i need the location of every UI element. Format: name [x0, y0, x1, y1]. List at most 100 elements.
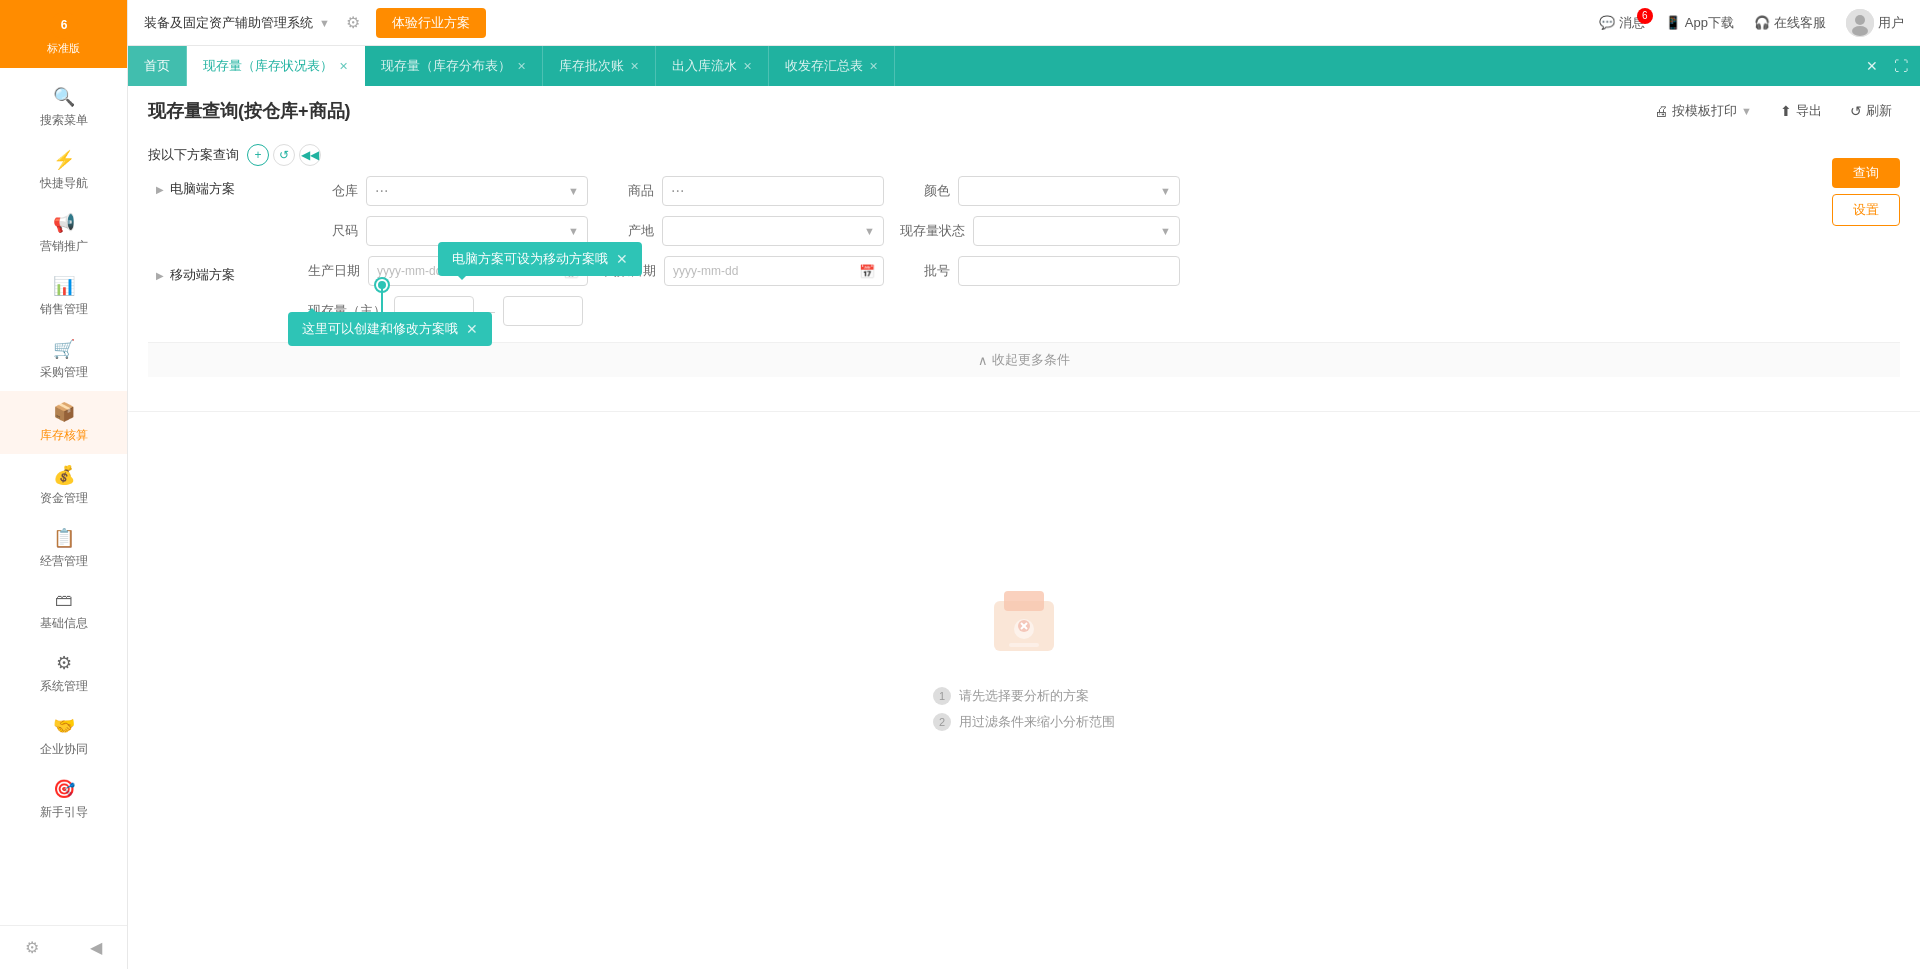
origin-label: 产地 — [604, 222, 654, 240]
date-placeholder-2: yyyy-mm-dd — [673, 264, 738, 278]
sidebar-item-sales[interactable]: 📊 销售管理 — [0, 265, 127, 328]
search-icon: 🔍 — [53, 86, 75, 108]
svg-point-3 — [1855, 15, 1865, 25]
warehouse-select[interactable]: ··· ▼ — [366, 176, 588, 206]
search-btn[interactable]: 查询 — [1832, 158, 1900, 188]
filter-header: 按以下方案查询 + ↺ ◀◀ — [148, 144, 1900, 166]
tab-recv-send-summary[interactable]: 收发存汇总表 ✕ — [769, 46, 895, 86]
tab-batch-ledger[interactable]: 库存批次账 ✕ — [543, 46, 656, 86]
close-tooltip-1-btn[interactable]: ✕ — [616, 251, 628, 267]
expiry-date-start[interactable]: yyyy-mm-dd 📅 — [664, 256, 884, 286]
tab-close-recv-send-summary[interactable]: ✕ — [869, 60, 878, 73]
operations-icon: 📋 — [53, 527, 75, 549]
stock-status-select[interactable]: ▼ — [973, 216, 1180, 246]
message-btn[interactable]: 💬 消息 6 — [1599, 14, 1645, 32]
sidebar-item-label: 快捷导航 — [40, 175, 88, 192]
logo-text: 标准版 — [47, 41, 80, 56]
tab-close-batch-ledger[interactable]: ✕ — [630, 60, 639, 73]
quick-nav-icon: ⚡ — [53, 149, 75, 171]
close-all-tabs-btn[interactable]: ✕ — [1862, 54, 1882, 78]
collapse-bar[interactable]: ∧ 收起更多条件 — [148, 342, 1900, 377]
topbar-settings-icon[interactable]: ⚙ — [346, 13, 360, 32]
close-tooltip-2-btn[interactable]: ✕ — [466, 321, 478, 337]
filter-row-4: 现存量（主） — — [308, 296, 1800, 326]
logo-icon: 6 — [46, 12, 82, 39]
product-select[interactable]: ··· — [662, 176, 884, 206]
tab-stock-status[interactable]: 现存量（库存状况表） ✕ — [187, 46, 365, 86]
batch-no-label: 批号 — [900, 262, 950, 280]
tab-stock-dist[interactable]: 现存量（库存分布表） ✕ — [365, 46, 543, 86]
print-template-btn[interactable]: 🖨 按模板打印 ▼ — [1646, 98, 1760, 124]
sidebar-item-system[interactable]: ⚙ 系统管理 — [0, 642, 127, 705]
sidebar-item-label: 基础信息 — [40, 615, 88, 632]
filter-header-btns: + ↺ ◀◀ — [247, 144, 321, 166]
stock-qty-end-input[interactable] — [503, 296, 583, 326]
sidebar-footer: ⚙ ◀ — [0, 925, 127, 969]
sidebar-item-asset[interactable]: 💰 资金管理 — [0, 454, 127, 517]
scenario-mobile[interactable]: ▶ 移动端方案 — [148, 262, 308, 288]
sidebar-item-enterprise[interactable]: 🤝 企业协同 — [0, 705, 127, 768]
calendar-icon-2: 📅 — [859, 264, 875, 279]
sidebar-item-inventory[interactable]: 📦 库存核算 — [0, 391, 127, 454]
sidebar: 6 标准版 🔍 搜索菜单 ⚡ 快捷导航 📢 营销推广 📊 销售管理 🛒 采购管理… — [0, 0, 128, 969]
sidebar-settings-btn[interactable]: ⚙ — [25, 938, 39, 957]
sidebar-item-guide[interactable]: 🎯 新手引导 — [0, 768, 127, 831]
sidebar-item-label: 库存核算 — [40, 427, 88, 444]
sidebar-item-operations[interactable]: 📋 经营管理 — [0, 517, 127, 580]
batch-no-input[interactable] — [958, 256, 1180, 286]
expand-icon: ▶ — [156, 184, 164, 195]
empty-tip-1: 1 请先选择要分析的方案 — [933, 687, 1115, 705]
tab-close-stock-dist[interactable]: ✕ — [517, 60, 526, 73]
system-dropdown-icon[interactable]: ▼ — [319, 17, 330, 29]
page-header: 现存量查询(按仓库+商品) 🖨 按模板打印 ▼ ⬆ 导出 ↺ 刷新 — [128, 86, 1920, 132]
user-btn[interactable]: 用户 — [1846, 9, 1904, 37]
tooltip-text-2: 这里可以创建和修改方案哦 — [302, 320, 458, 338]
filter-field-batch-no: 批号 — [900, 256, 1180, 286]
filter-row-1: 仓库 ··· ▼ 商品 ··· — [308, 176, 1800, 206]
sidebar-item-basic[interactable]: 🗃 基础信息 — [0, 580, 127, 642]
empty-tip-2: 2 用过滤条件来缩小分析范围 — [933, 713, 1115, 731]
sidebar-item-label: 新手引导 — [40, 804, 88, 821]
add-scheme-btn[interactable]: + — [247, 144, 269, 166]
phone-icon: 📱 — [1665, 15, 1681, 30]
ellipsis-icon-2: ··· — [671, 182, 684, 200]
color-label: 颜色 — [900, 182, 950, 200]
sidebar-collapse-btn[interactable]: ◀ — [90, 938, 102, 957]
tab-close-stock-status[interactable]: ✕ — [339, 60, 348, 73]
app-download-btn[interactable]: 📱 App下载 — [1665, 14, 1734, 32]
export-btn[interactable]: ⬆ 导出 — [1772, 98, 1830, 124]
svg-text:6: 6 — [60, 18, 67, 32]
message-badge: 6 — [1637, 8, 1653, 24]
color-select[interactable]: ▼ — [958, 176, 1180, 206]
stock-status-label: 现存量状态 — [900, 222, 965, 240]
online-support-btn[interactable]: 🎧 在线客服 — [1754, 14, 1826, 32]
refresh-scheme-btn[interactable]: ↺ — [273, 144, 295, 166]
production-date-label: 生产日期 — [308, 262, 360, 280]
filter-field-expiry-date: 失效日期 yyyy-mm-dd 📅 — [604, 256, 884, 286]
trial-btn[interactable]: 体验行业方案 — [376, 8, 486, 38]
sidebar-item-quick-nav[interactable]: ⚡ 快捷导航 — [0, 139, 127, 202]
filter-area: 按以下方案查询 + ↺ ◀◀ — [128, 132, 1920, 412]
warehouse-label: 仓库 — [308, 182, 358, 200]
sidebar-item-label: 搜索菜单 — [40, 112, 88, 129]
back-scheme-btn[interactable]: ◀◀ — [299, 144, 321, 166]
tab-inout-flow[interactable]: 出入库流水 ✕ — [656, 46, 769, 86]
tab-home[interactable]: 首页 — [128, 46, 187, 86]
filter-field-stock-status: 现存量状态 ▼ — [900, 216, 1180, 246]
sidebar-item-purchase[interactable]: 🛒 采购管理 — [0, 328, 127, 391]
sidebar-item-search[interactable]: 🔍 搜索菜单 — [0, 76, 127, 139]
svg-point-4 — [1852, 26, 1868, 36]
fullscreen-btn[interactable]: ⛶ — [1890, 54, 1912, 78]
refresh-btn[interactable]: ↺ 刷新 — [1842, 98, 1900, 124]
tip-number-1: 1 — [933, 687, 951, 705]
sidebar-item-marketing[interactable]: 📢 营销推广 — [0, 202, 127, 265]
filter-field-origin: 产地 ▼ — [604, 216, 884, 246]
export-icon: ⬆ — [1780, 103, 1792, 119]
scenario-desktop[interactable]: ▶ 电脑端方案 — [148, 176, 308, 202]
origin-select[interactable]: ▼ — [662, 216, 884, 246]
expand-icon-mobile: ▶ — [156, 270, 164, 281]
page-title: 现存量查询(按仓库+商品) — [148, 99, 351, 123]
tab-close-inout-flow[interactable]: ✕ — [743, 60, 752, 73]
basic-icon: 🗃 — [55, 590, 73, 611]
reset-btn[interactable]: 设置 — [1832, 194, 1900, 226]
